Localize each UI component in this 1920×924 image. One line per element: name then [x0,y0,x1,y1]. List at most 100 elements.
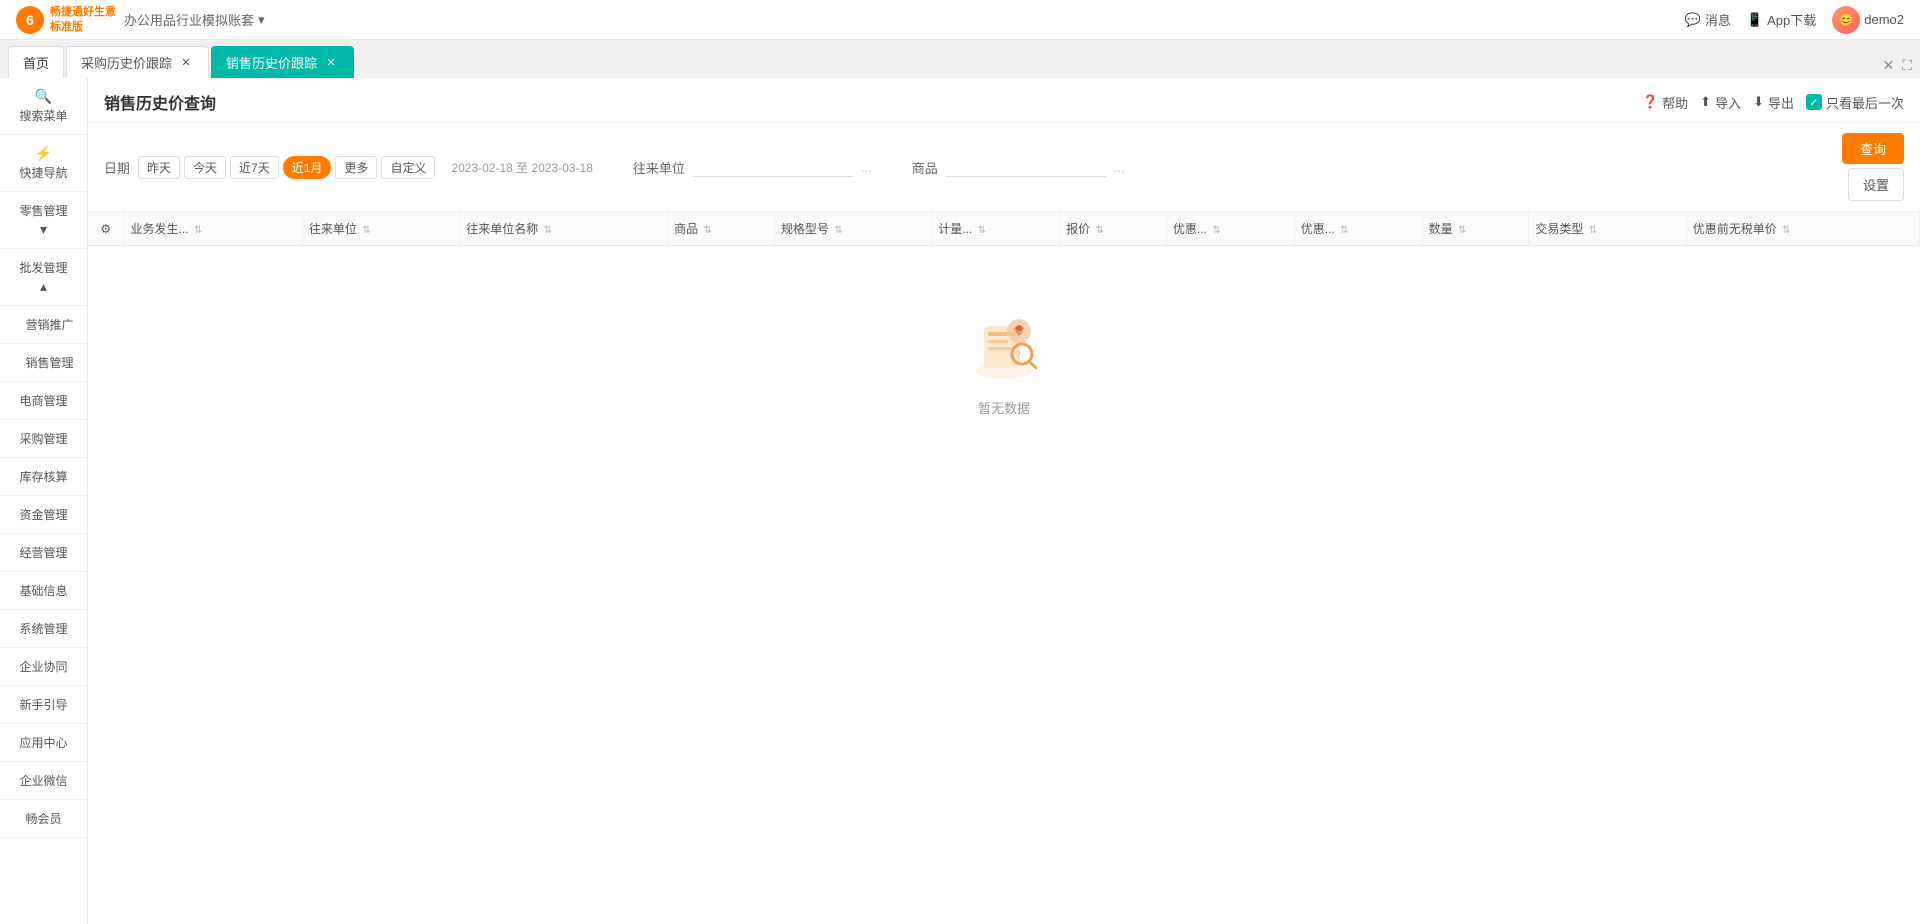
th-counterpart[interactable]: 往来单位 ⇅ [302,212,459,246]
dropdown-icon[interactable]: ▾ [258,12,265,28]
sort-icon-discount1: ⇅ [1212,225,1220,236]
page-header: 销售历史价查询 ❓ 帮助 ⬆ 导入 ⬇ 导出 ✓ [88,78,1920,123]
sidebar-item-inventory[interactable]: 库存核算 [0,458,87,496]
date-range-display: 2023-02-18 至 2023-03-18 [451,159,592,176]
maximize-icon[interactable]: ⛶ [1902,57,1912,74]
sort-icon-product: ⇅ [703,225,711,236]
tab-purchase-history-close[interactable]: ✕ [178,55,194,71]
date-btn-7days[interactable]: 近7天 [230,156,279,179]
sort-icon-biz-date: ⇅ [194,225,202,236]
logo-area: 6 畅捷通好生意 标准版 [16,5,116,34]
date-btn-1month[interactable]: 近1月 [283,156,332,179]
export-btn[interactable]: ⬇ 导出 [1753,93,1794,112]
setting-button[interactable]: 设置 [1848,168,1904,201]
tab-sales-history-close[interactable]: ✕ [323,55,339,71]
counterpart-label: 往来单位 [633,158,685,177]
sort-icon-unit: ⇅ [978,225,986,236]
date-label: 日期 [104,158,130,177]
sidebar-item-enterprise-collab[interactable]: 企业协同 [0,648,87,686]
sort-icon-counterpart-name: ⇅ [544,225,552,236]
query-button[interactable]: 查询 [1842,133,1904,164]
table-header-row: ⚙ 业务发生... ⇅ 往来单位 ⇅ 往来单位名称 ⇅ [88,212,1920,246]
nav-icon: ⚡ [35,145,52,162]
sidebar-item-ops[interactable]: 经营管理 [0,534,87,572]
th-product[interactable]: 商品 ⇅ [668,212,775,246]
sort-icon-spec: ⇅ [834,225,842,236]
sidebar-item-search-menu[interactable]: 🔍 搜索菜单 [0,78,87,135]
product-dots: ... [1114,160,1125,175]
th-discount2[interactable]: 优惠... ⇅ [1294,212,1422,246]
top-bar-left: 6 畅捷通好生意 标准版 办公用品行业模拟账套 ▾ [16,5,265,34]
tab-purchase-history[interactable]: 采购历史价跟踪 ✕ [66,46,209,78]
sort-icon-discount2: ⇅ [1340,225,1348,236]
sidebar-item-enterprise-wechat[interactable]: 企业微信 [0,762,87,800]
checkbox-checked-icon: ✓ [1806,94,1822,110]
message-btn[interactable]: 💬 消息 [1685,10,1731,29]
empty-text: 暂无数据 [978,398,1030,417]
th-settings[interactable]: ⚙ [88,212,124,246]
counterpart-input[interactable] [693,157,853,177]
export-icon: ⬇ [1753,94,1764,110]
message-icon: 💬 [1685,12,1701,28]
th-pretax-price[interactable]: 优惠前无税单价 ⇅ [1686,212,1919,246]
filter-bar: 日期 昨天 今天 近7天 近1月 更多 自定义 2023-02-18 至 202… [88,123,1920,212]
help-icon: ❓ [1642,94,1658,110]
sidebar-item-purchase[interactable]: 采购管理 [0,420,87,458]
only-last-checkbox[interactable]: ✓ 只看最后一次 [1806,93,1904,112]
sidebar-item-vip[interactable]: 畅会员 [0,800,87,838]
sidebar-item-sales-mgmt[interactable]: 销售管理 [0,344,87,382]
th-quantity[interactable]: 数量 ⇅ [1422,212,1529,246]
sidebar-item-marketing[interactable]: 营销推广 [0,306,87,344]
tab-bar: 首页 采购历史价跟踪 ✕ 销售历史价跟踪 ✕ ✕ ⛶ [0,40,1920,78]
th-spec[interactable]: 规格型号 ⇅ [774,212,931,246]
date-btn-yesterday[interactable]: 昨天 [138,156,180,179]
svg-text:?: ? [1016,350,1021,361]
top-bar-right: 💬 消息 📱 App下载 😊 demo2 [1685,6,1904,34]
date-filter-buttons: 昨天 今天 近7天 近1月 更多 自定义 [138,156,435,179]
content-area: 销售历史价查询 ❓ 帮助 ⬆ 导入 ⬇ 导出 ✓ [88,78,1920,924]
product-input[interactable] [946,157,1106,177]
filter-right-actions: 查询 设置 [1842,133,1904,201]
page-header-actions: ❓ 帮助 ⬆ 导入 ⬇ 导出 ✓ 只看最后一次 [1642,93,1904,112]
th-biz-date[interactable]: 业务发生... ⇅ [124,212,302,246]
th-counterpart-name[interactable]: 往来单位名称 ⇅ [460,212,668,246]
counterpart-filter-group: 往来单位 ... [633,157,872,177]
main-layout: 🔍 搜索菜单 ⚡ 快捷导航 零售管理 ▾ 批发管理 ▴ 营销推广 销售管理 电商… [0,78,1920,924]
th-unit[interactable]: 计量... ⇅ [932,212,1060,246]
help-btn[interactable]: ❓ 帮助 [1642,93,1688,112]
sort-icon-quote: ⇅ [1095,225,1103,236]
top-bar: 6 畅捷通好生意 标准版 办公用品行业模拟账套 ▾ 💬 消息 📱 App下载 😊… [0,0,1920,40]
sidebar-item-basic-info[interactable]: 基础信息 [0,572,87,610]
tab-home[interactable]: 首页 [8,46,64,78]
chevron-up-icon: ▴ [40,278,47,295]
sidebar-item-app-center[interactable]: 应用中心 [0,724,87,762]
date-btn-more[interactable]: 更多 [335,156,377,179]
tab-sales-history[interactable]: 销售历史价跟踪 ✕ [211,46,354,78]
sort-icon-trade-type: ⇅ [1589,225,1597,236]
product-label: 商品 [912,158,938,177]
sidebar-item-ecommerce[interactable]: 电商管理 [0,382,87,420]
page-title: 销售历史价查询 [104,90,216,114]
th-quote[interactable]: 报价 ⇅ [1060,212,1167,246]
import-btn[interactable]: ⬆ 导入 [1700,93,1741,112]
date-btn-custom[interactable]: 自定义 [381,156,435,179]
app-title[interactable]: 办公用品行业模拟账套 ▾ [124,10,265,29]
sidebar-item-retail-mgmt[interactable]: 零售管理 ▾ [0,192,87,249]
sidebar-item-system[interactable]: 系统管理 [0,610,87,648]
sort-icon-counterpart: ⇅ [362,225,370,236]
app-download-btn[interactable]: 📱 App下载 [1747,10,1816,29]
tab-bar-controls: ✕ ⛶ [1882,57,1912,74]
counterpart-dots: ... [861,160,872,175]
sidebar-item-wholesale-mgmt[interactable]: 批发管理 ▴ [0,249,87,306]
sidebar-item-quick-nav[interactable]: ⚡ 快捷导航 [0,135,87,192]
empty-illustration: ? [964,306,1044,386]
close-window-icon[interactable]: ✕ [1882,57,1894,74]
date-btn-today[interactable]: 今天 [184,156,226,179]
sidebar: 🔍 搜索菜单 ⚡ 快捷导航 零售管理 ▾ 批发管理 ▴ 营销推广 销售管理 电商… [0,78,88,924]
th-discount1[interactable]: 优惠... ⇅ [1166,212,1294,246]
sidebar-item-finance[interactable]: 资金管理 [0,496,87,534]
logo-icon: 6 [16,6,44,34]
th-trade-type[interactable]: 交易类型 ⇅ [1529,212,1686,246]
user-area[interactable]: 😊 demo2 [1832,6,1904,34]
sidebar-item-newcomer[interactable]: 新手引导 [0,686,87,724]
